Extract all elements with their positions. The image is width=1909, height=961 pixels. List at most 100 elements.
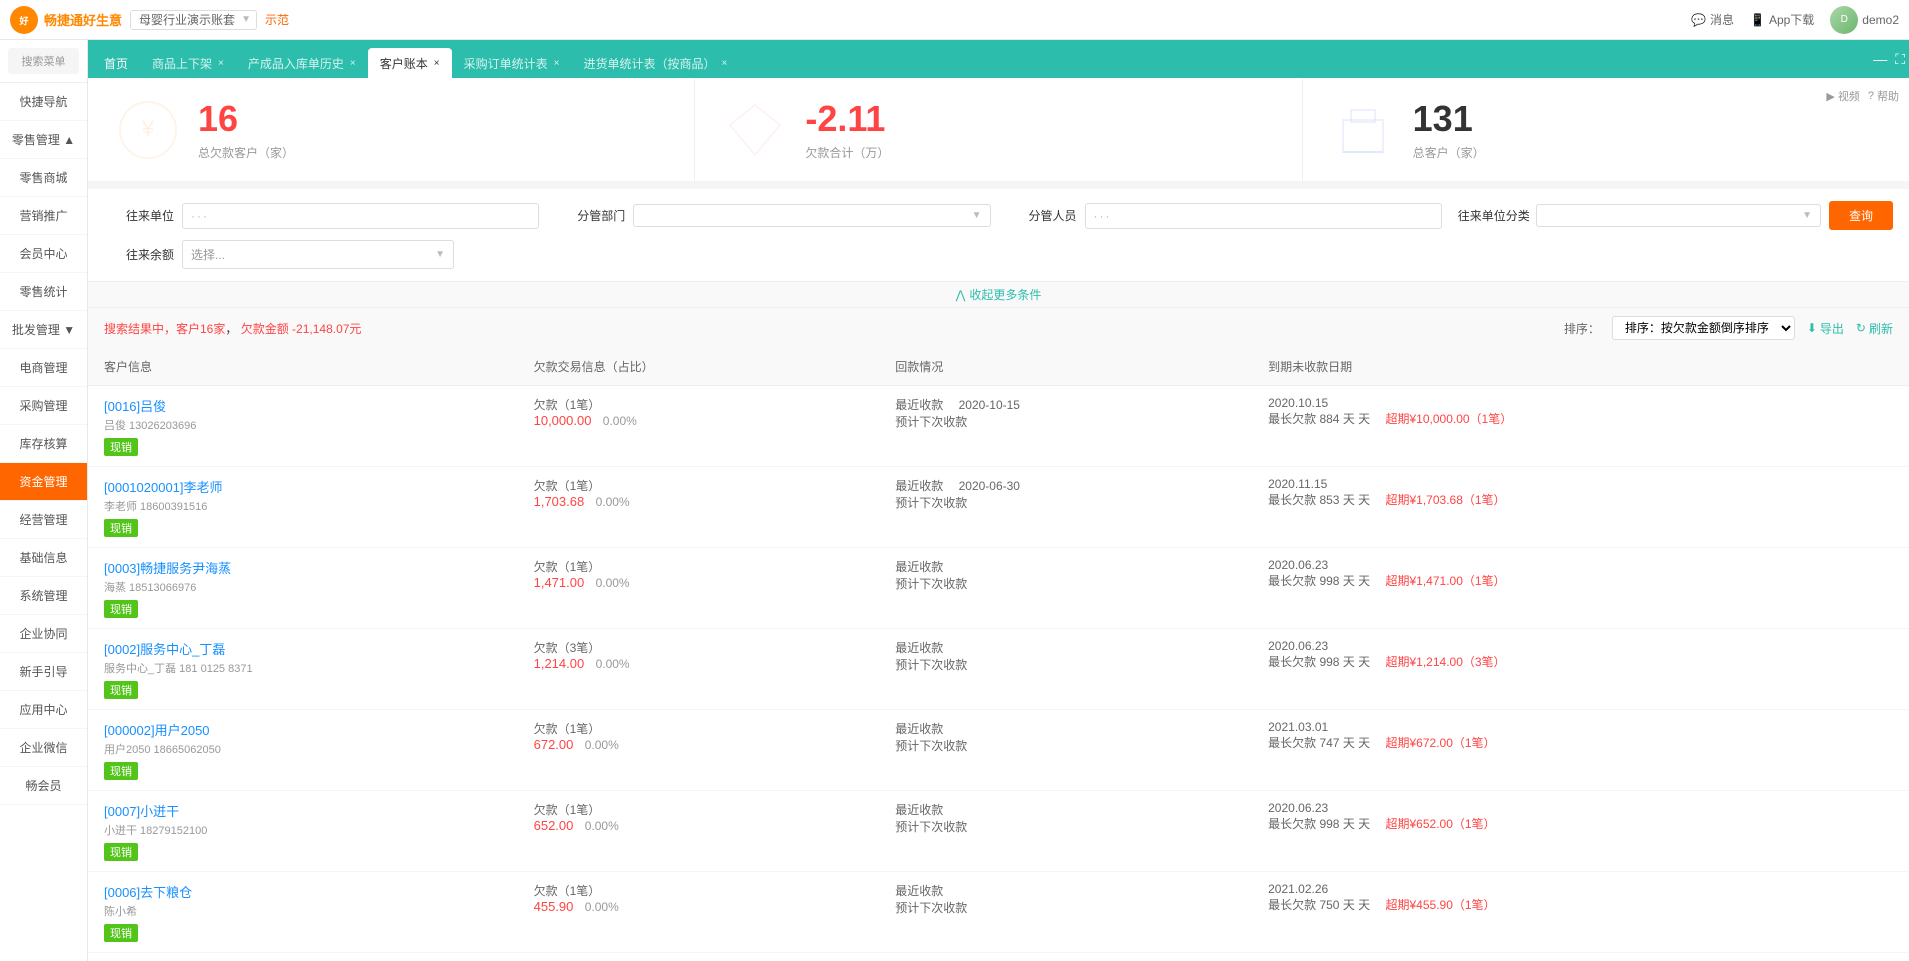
unit-category-input[interactable]: ▼ [1536, 204, 1821, 227]
sidebar-item-retail-mall[interactable]: 零售商城 [0, 159, 87, 197]
due-date-6: 2021.02.26 [1268, 882, 1328, 896]
balance-arrow-icon: ▼ [435, 249, 445, 260]
debt-amount-0[interactable]: 10,000.00 [534, 413, 592, 428]
cell-customer-1: [0001020001]李老师 李老师 18600391516 现销 [88, 467, 518, 548]
cell-debt-6: 欠款（1笔） 455.90 0.00% [518, 872, 880, 953]
tab-maximize-icon[interactable]: ⛶ [1895, 51, 1905, 68]
debt-amount-2[interactable]: 1,471.00 [534, 575, 585, 590]
dept-label: 分管部门 [555, 207, 625, 224]
sidebar-item-app-center[interactable]: 应用中心 [0, 691, 87, 729]
tab-customer-account[interactable]: 客户账本 × [368, 48, 452, 78]
overdue-amount-3[interactable]: 超期¥1,214.00（3笔） [1386, 655, 1506, 669]
sidebar-item-marketing[interactable]: 营销推广 [0, 197, 87, 235]
debt-desc-4: 欠款（1笔） [534, 720, 864, 737]
filter-row-2: 往来余额 选择... ▼ [104, 240, 1893, 269]
debt-amount-6[interactable]: 455.90 [534, 899, 574, 914]
customer-name-4[interactable]: [000002]用户2050 [104, 720, 502, 739]
sidebar-item-member[interactable]: 会员中心 [0, 235, 87, 273]
balance-input[interactable]: 选择... ▼ [182, 240, 454, 269]
debt-amount-5[interactable]: 652.00 [534, 818, 574, 833]
tab-close-incoming-stats[interactable]: × [721, 58, 727, 69]
message-btn[interactable]: 💬 消息 [1691, 11, 1734, 28]
sidebar-item-inventory[interactable]: 库存核算 [0, 425, 87, 463]
customer-name-6[interactable]: [0006]去下粮仓 [104, 882, 502, 901]
refresh-btn[interactable]: ↻ 刷新 [1856, 320, 1893, 337]
tab-home[interactable]: 首页 [92, 48, 140, 78]
sidebar-item-vip[interactable]: 畅会员 [0, 767, 87, 805]
video-help-btn[interactable]: ▶ 视频 [1826, 88, 1859, 104]
customer-name-1[interactable]: [0001020001]李老师 [104, 477, 502, 496]
customer-name-5[interactable]: [0007]小迸干 [104, 801, 502, 820]
customer-name-2[interactable]: [0003]畅捷服务尹海蒸 [104, 558, 502, 577]
user-menu[interactable]: D demo2 [1830, 6, 1899, 34]
sidebar-item-guide[interactable]: 新手引导 [0, 653, 87, 691]
sidebar-item-finance[interactable]: 资金管理 [0, 463, 87, 501]
overdue-amount-6[interactable]: 超期¥455.90（1笔） [1386, 898, 1496, 912]
phone-icon: 📱 [1750, 13, 1765, 27]
overdue-amount-2[interactable]: 超期¥1,471.00（1笔） [1386, 574, 1506, 588]
overdue-days-5: 最长欠款 998 天 天 [1268, 817, 1382, 831]
tab-close-customer-account[interactable]: × [434, 58, 440, 69]
app-nav-link[interactable]: 示范 [265, 11, 289, 28]
customer-tag-5: 现销 [104, 843, 138, 861]
manager-input[interactable]: ··· [1085, 203, 1442, 229]
filter-area: 往来单位 ··· 分管部门 ▼ [88, 189, 1909, 281]
search-menu-btn[interactable]: 搜索菜单 [8, 48, 79, 74]
overdue-amount-1[interactable]: 超期¥1,703.68（1笔） [1386, 493, 1506, 507]
cell-due-5: 2020.06.23 最长欠款 998 天 天 超期¥652.00（1笔） [1252, 791, 1909, 872]
dept-input[interactable]: ▼ [633, 204, 990, 227]
next-payment-0: 预计下次收款 [895, 415, 967, 429]
sort-select[interactable]: 排序：按欠款金额倒序排序 [1612, 316, 1795, 340]
debt-amount-4[interactable]: 672.00 [534, 737, 574, 752]
export-btn[interactable]: ⬇ 导出 [1807, 320, 1844, 337]
debt-ratio-3: 0.00% [596, 657, 630, 671]
tab-product-off[interactable]: 商品上下架 × [140, 48, 236, 78]
sidebar-item-basic-info[interactable]: 基础信息 [0, 539, 87, 577]
help-btn[interactable]: ? 帮助 [1868, 88, 1899, 104]
sidebar-item-purchase[interactable]: 采购管理 [0, 387, 87, 425]
recent-date-1: 2020-06-30 [947, 479, 1020, 493]
table-row: [0016]吕俊 吕俊 13026203696 现销 欠款（1笔） 10,000… [88, 386, 1909, 467]
sidebar-item-ecommerce[interactable]: 电商管理 [0, 349, 87, 387]
tab-minimize-icon[interactable]: — [1873, 51, 1887, 68]
sidebar-item-enterprise[interactable]: 企业协同 [0, 615, 87, 653]
overdue-amount-5[interactable]: 超期¥652.00（1笔） [1386, 817, 1496, 831]
tab-purchase-order[interactable]: 采购订单统计表 × [452, 48, 572, 78]
tab-bar: 首页 商品上下架 × 产成品入库单历史 × 客户账本 × 采购订单统计表 × [88, 40, 1909, 78]
due-date-0: 2020.10.15 [1268, 396, 1328, 410]
overdue-days-4: 最长欠款 747 天 天 [1268, 736, 1382, 750]
sidebar-item-quick-nav[interactable]: 快捷导航 [0, 83, 87, 121]
recent-payment-label-3: 最近收款 [895, 641, 943, 655]
top-bar-right: 💬 消息 📱 App下载 D demo2 [1691, 6, 1899, 34]
sidebar-item-enterprise-wechat[interactable]: 企业微信 [0, 729, 87, 767]
sidebar-item-retail-stats[interactable]: 零售统计 [0, 273, 87, 311]
debt-desc-1: 欠款（1笔） [534, 477, 864, 494]
app-download-btn[interactable]: 📱 App下载 [1750, 11, 1814, 28]
overdue-days-1: 最长欠款 853 天 天 [1268, 493, 1382, 507]
tab-close-purchase-order[interactable]: × [554, 58, 560, 69]
filter-unit-category: 往来单位分类 ▼ 查询 [1458, 201, 1893, 230]
filter-collapse-row[interactable]: ⋀ 收起更多条件 [88, 281, 1909, 307]
sidebar-item-retail-mgmt[interactable]: 零售管理 ▲ [0, 121, 87, 159]
cell-due-7: 2020.12.30 最长欠款 808 天 天 超期¥429.00（1笔） [1252, 953, 1909, 961]
sidebar-item-system[interactable]: 系统管理 [0, 577, 87, 615]
tab-close-product-off[interactable]: × [218, 58, 224, 69]
query-button[interactable]: 查询 [1829, 201, 1893, 230]
sidebar-item-operations[interactable]: 经营管理 [0, 501, 87, 539]
tab-product-history[interactable]: 产成品入库单历史 × [236, 48, 368, 78]
tab-close-product-history[interactable]: × [350, 58, 356, 69]
card1-label: 总欠款客户（家） [198, 144, 294, 161]
brand-name: 畅捷通好生意 [44, 10, 122, 29]
sidebar-item-wholesale-mgmt[interactable]: 批发管理 ▼ [0, 311, 87, 349]
debt-amount-1[interactable]: 1,703.68 [534, 494, 585, 509]
cell-debt-5: 欠款（1笔） 652.00 0.00% [518, 791, 880, 872]
from-unit-input[interactable]: ··· [182, 203, 539, 229]
debt-amount-3[interactable]: 1,214.00 [534, 656, 585, 671]
customer-name-0[interactable]: [0016]吕俊 [104, 396, 502, 415]
industry-select[interactable]: 母婴行业演示账套 [130, 10, 257, 30]
logo-icon: 好 [10, 6, 38, 34]
overdue-amount-0[interactable]: 超期¥10,000.00（1笔） [1386, 412, 1513, 426]
customer-name-3[interactable]: [0002]服务中心_丁磊 [104, 639, 502, 658]
tab-incoming-stats[interactable]: 进货单统计表（按商品） × [571, 48, 739, 78]
overdue-amount-4[interactable]: 超期¥672.00（1笔） [1386, 736, 1496, 750]
